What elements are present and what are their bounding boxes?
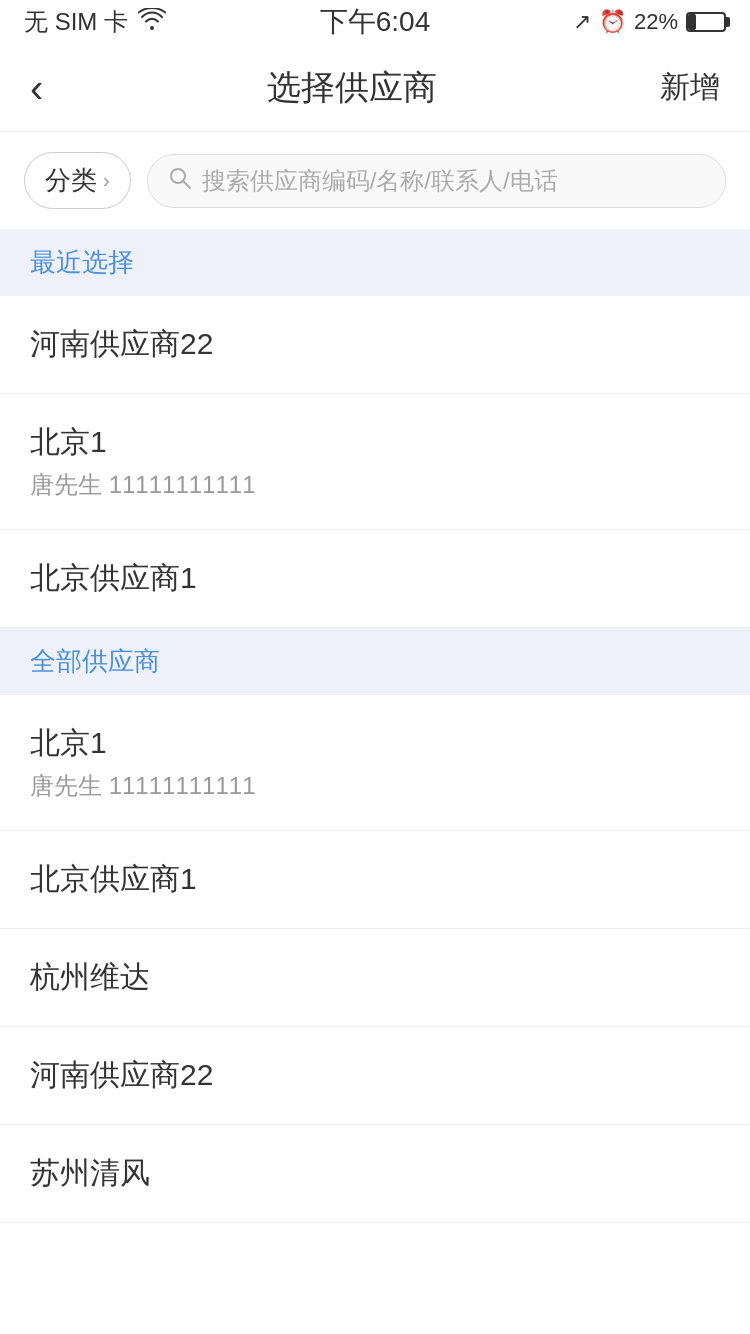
all-item-name-2: 杭州维达 xyxy=(30,957,720,998)
wifi-icon xyxy=(138,8,166,36)
all-item-0[interactable]: 北京1 唐先生 11111111111 xyxy=(0,695,750,831)
all-item-4[interactable]: 苏州清风 xyxy=(0,1125,750,1223)
battery-percent: 22% xyxy=(634,9,678,35)
status-left: 无 SIM 卡 xyxy=(24,6,166,38)
recent-item-sub-1: 唐先生 11111111111 xyxy=(30,469,720,501)
search-placeholder: 搜索供应商编码/名称/联系人/电话 xyxy=(202,165,558,197)
search-bar[interactable]: 搜索供应商编码/名称/联系人/电话 xyxy=(147,154,726,208)
recent-item-0[interactable]: 河南供应商22 xyxy=(0,296,750,394)
alarm-icon: ⏰ xyxy=(599,9,626,35)
chevron-right-icon: › xyxy=(103,169,110,192)
all-item-2[interactable]: 杭州维达 xyxy=(0,929,750,1027)
recent-item-1[interactable]: 北京1 唐先生 11111111111 xyxy=(0,394,750,530)
all-item-name-0: 北京1 xyxy=(30,723,720,764)
all-item-name-1: 北京供应商1 xyxy=(30,859,720,900)
all-item-name-4: 苏州清风 xyxy=(30,1153,720,1194)
recent-section-header: 最近选择 xyxy=(0,229,750,296)
nav-bar: ‹ 选择供应商 新增 xyxy=(0,44,750,132)
status-time: 下午6:04 xyxy=(320,3,431,41)
recent-item-name-2: 北京供应商1 xyxy=(30,558,720,599)
filter-bar: 分类 › 搜索供应商编码/名称/联系人/电话 xyxy=(0,132,750,229)
recent-item-name-1: 北京1 xyxy=(30,422,720,463)
page-title: 选择供应商 xyxy=(267,65,437,111)
all-item-3[interactable]: 河南供应商22 xyxy=(0,1027,750,1125)
recent-item-name-0: 河南供应商22 xyxy=(30,324,720,365)
add-button[interactable]: 新增 xyxy=(660,67,720,108)
all-section-header: 全部供应商 xyxy=(0,628,750,695)
location-icon: ↗ xyxy=(573,9,591,35)
search-icon xyxy=(168,166,192,196)
back-button[interactable]: ‹ xyxy=(30,68,43,108)
category-button[interactable]: 分类 › xyxy=(24,152,131,209)
all-list: 北京1 唐先生 11111111111 北京供应商1 杭州维达 河南供应商22 … xyxy=(0,695,750,1223)
recent-item-2[interactable]: 北京供应商1 xyxy=(0,530,750,628)
all-item-1[interactable]: 北京供应商1 xyxy=(0,831,750,929)
status-right: ↗ ⏰ 22% xyxy=(573,9,726,35)
all-item-name-3: 河南供应商22 xyxy=(30,1055,720,1096)
recent-list: 河南供应商22 北京1 唐先生 11111111111 北京供应商1 xyxy=(0,296,750,628)
svg-line-1 xyxy=(183,181,190,188)
category-label: 分类 xyxy=(45,163,97,198)
sim-label: 无 SIM 卡 xyxy=(24,6,128,38)
status-bar: 无 SIM 卡 下午6:04 ↗ ⏰ 22% xyxy=(0,0,750,44)
battery-icon xyxy=(686,12,726,32)
all-item-sub-0: 唐先生 11111111111 xyxy=(30,770,720,802)
